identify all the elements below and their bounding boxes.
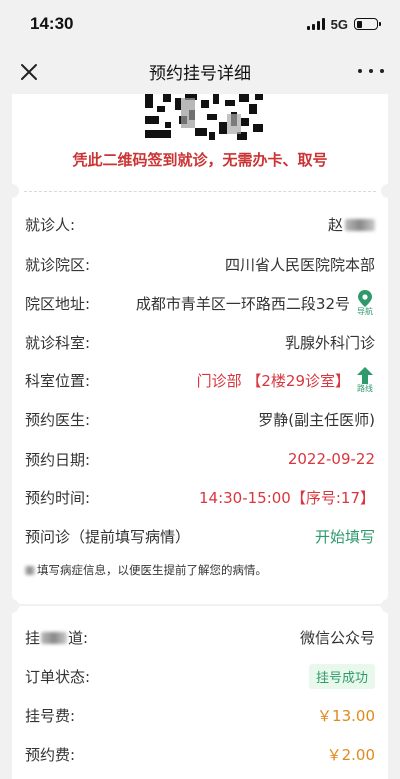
fee-row: 挂号费: ￥13.00 [25,700,375,730]
address-value: 成都市青羊区一环路西二段32号 [135,294,350,313]
ticket-notch-right [381,184,395,198]
time-value: 14:30-15:00【序号:17】 [198,488,375,507]
navigate-label: 导航 [357,307,373,316]
qr-code [145,94,263,140]
inquiry-hint-text: 填写病症信息，以便医生提前了解您的病情。 [37,563,267,577]
inquiry-row: 预问诊（提前填写病情） 开始填写 [25,521,375,551]
ticket-divider [24,191,376,192]
more-icon[interactable] [358,62,384,80]
booking-fee-label: 预约费: [25,745,76,764]
battery-icon [354,18,381,30]
order-card: 挂道: 微信公众号 订单状态: 挂号成功 挂号费: ￥13.00 预约费: ￥2… [5,599,395,779]
fee-label: 挂号费: [25,706,76,725]
route-label: 路线 [357,384,373,393]
doctor-label: 预约医生: [25,410,91,429]
patient-value: 赵 [328,214,375,235]
close-icon[interactable] [16,59,42,85]
date-label: 预约日期: [25,450,91,469]
address-label: 院区地址: [25,294,91,313]
booking-fee-row: 预约费: ￥2.00 [25,739,375,769]
order-status-label: 订单状态: [25,667,91,686]
channel-label: 挂道: [25,628,89,647]
ticket-notch-right [381,599,395,613]
network-label: 5G [330,16,348,32]
status-indicators: 5G [306,16,381,32]
inquiry-label: 预问诊（提前填写病情） [25,527,191,546]
channel-value: 微信公众号 [299,628,375,647]
status-time: 14:30 [30,14,74,33]
location-value: 门诊部 【2楼29诊室】 [196,371,350,390]
page-title: 预约挂号详细 [149,63,251,84]
channel-row: 挂道: 微信公众号 [25,622,375,652]
navigate-button[interactable]: 导航 [355,290,375,316]
time-label: 预约时间: [25,488,91,507]
status-bar: 14:30 5G [0,0,400,48]
address-row: 院区地址: 成都市青羊区一环路西二段32号 导航 [25,288,375,318]
doctor-row: 预约医生: 罗静(副主任医师) [25,404,375,434]
time-row: 预约时间: 14:30-15:00【序号:17】 [25,482,375,512]
location-row: 科室位置: 门诊部 【2楼29诊室】 路线 [25,365,375,395]
nav-bar: 预约挂号详细 [0,48,400,94]
department-value: 乳腺外科门诊 [284,333,375,352]
fee-value: ￥13.00 [317,706,375,725]
department-row: 就诊科室: 乳腺外科门诊 [25,327,375,357]
patient-label: 就诊人: [25,215,76,234]
ticket-notch-left [5,184,19,198]
route-button[interactable]: 路线 [355,367,375,393]
patient-row: 就诊人: 赵 [25,209,375,239]
date-value: 2022-09-22 [287,450,375,468]
department-label: 就诊科室: [25,333,91,352]
doctor-value: 罗静(副主任医师) [258,410,375,429]
appointment-card: 凭此二维码签到就诊，无需办卡、取号 就诊人: 赵 就诊院区: 四川省人民医院院本… [5,94,395,604]
checkin-notice: 凭此二维码签到就诊，无需办卡、取号 [72,151,328,169]
hospital-value: 四川省人民医院院本部 [224,255,375,274]
location-label: 科室位置: [25,371,91,390]
hospital-label: 就诊院区: [25,255,91,274]
order-status-row: 订单状态: 挂号成功 [25,661,375,691]
ticket-notch-left [5,599,19,613]
start-fill-button[interactable]: 开始填写 [315,526,375,547]
inquiry-hint: 填写病症信息，以便医生提前了解您的病情。 [25,562,267,578]
booking-fee-value: ￥2.00 [326,745,375,764]
hospital-row: 就诊院区: 四川省人民医院院本部 [25,249,375,279]
location-pin-icon [358,290,372,307]
status-badge: 挂号成功 [308,663,375,689]
signal-icon [306,18,325,30]
route-arrow-icon [357,367,373,384]
date-row: 预约日期: 2022-09-22 [25,444,375,474]
